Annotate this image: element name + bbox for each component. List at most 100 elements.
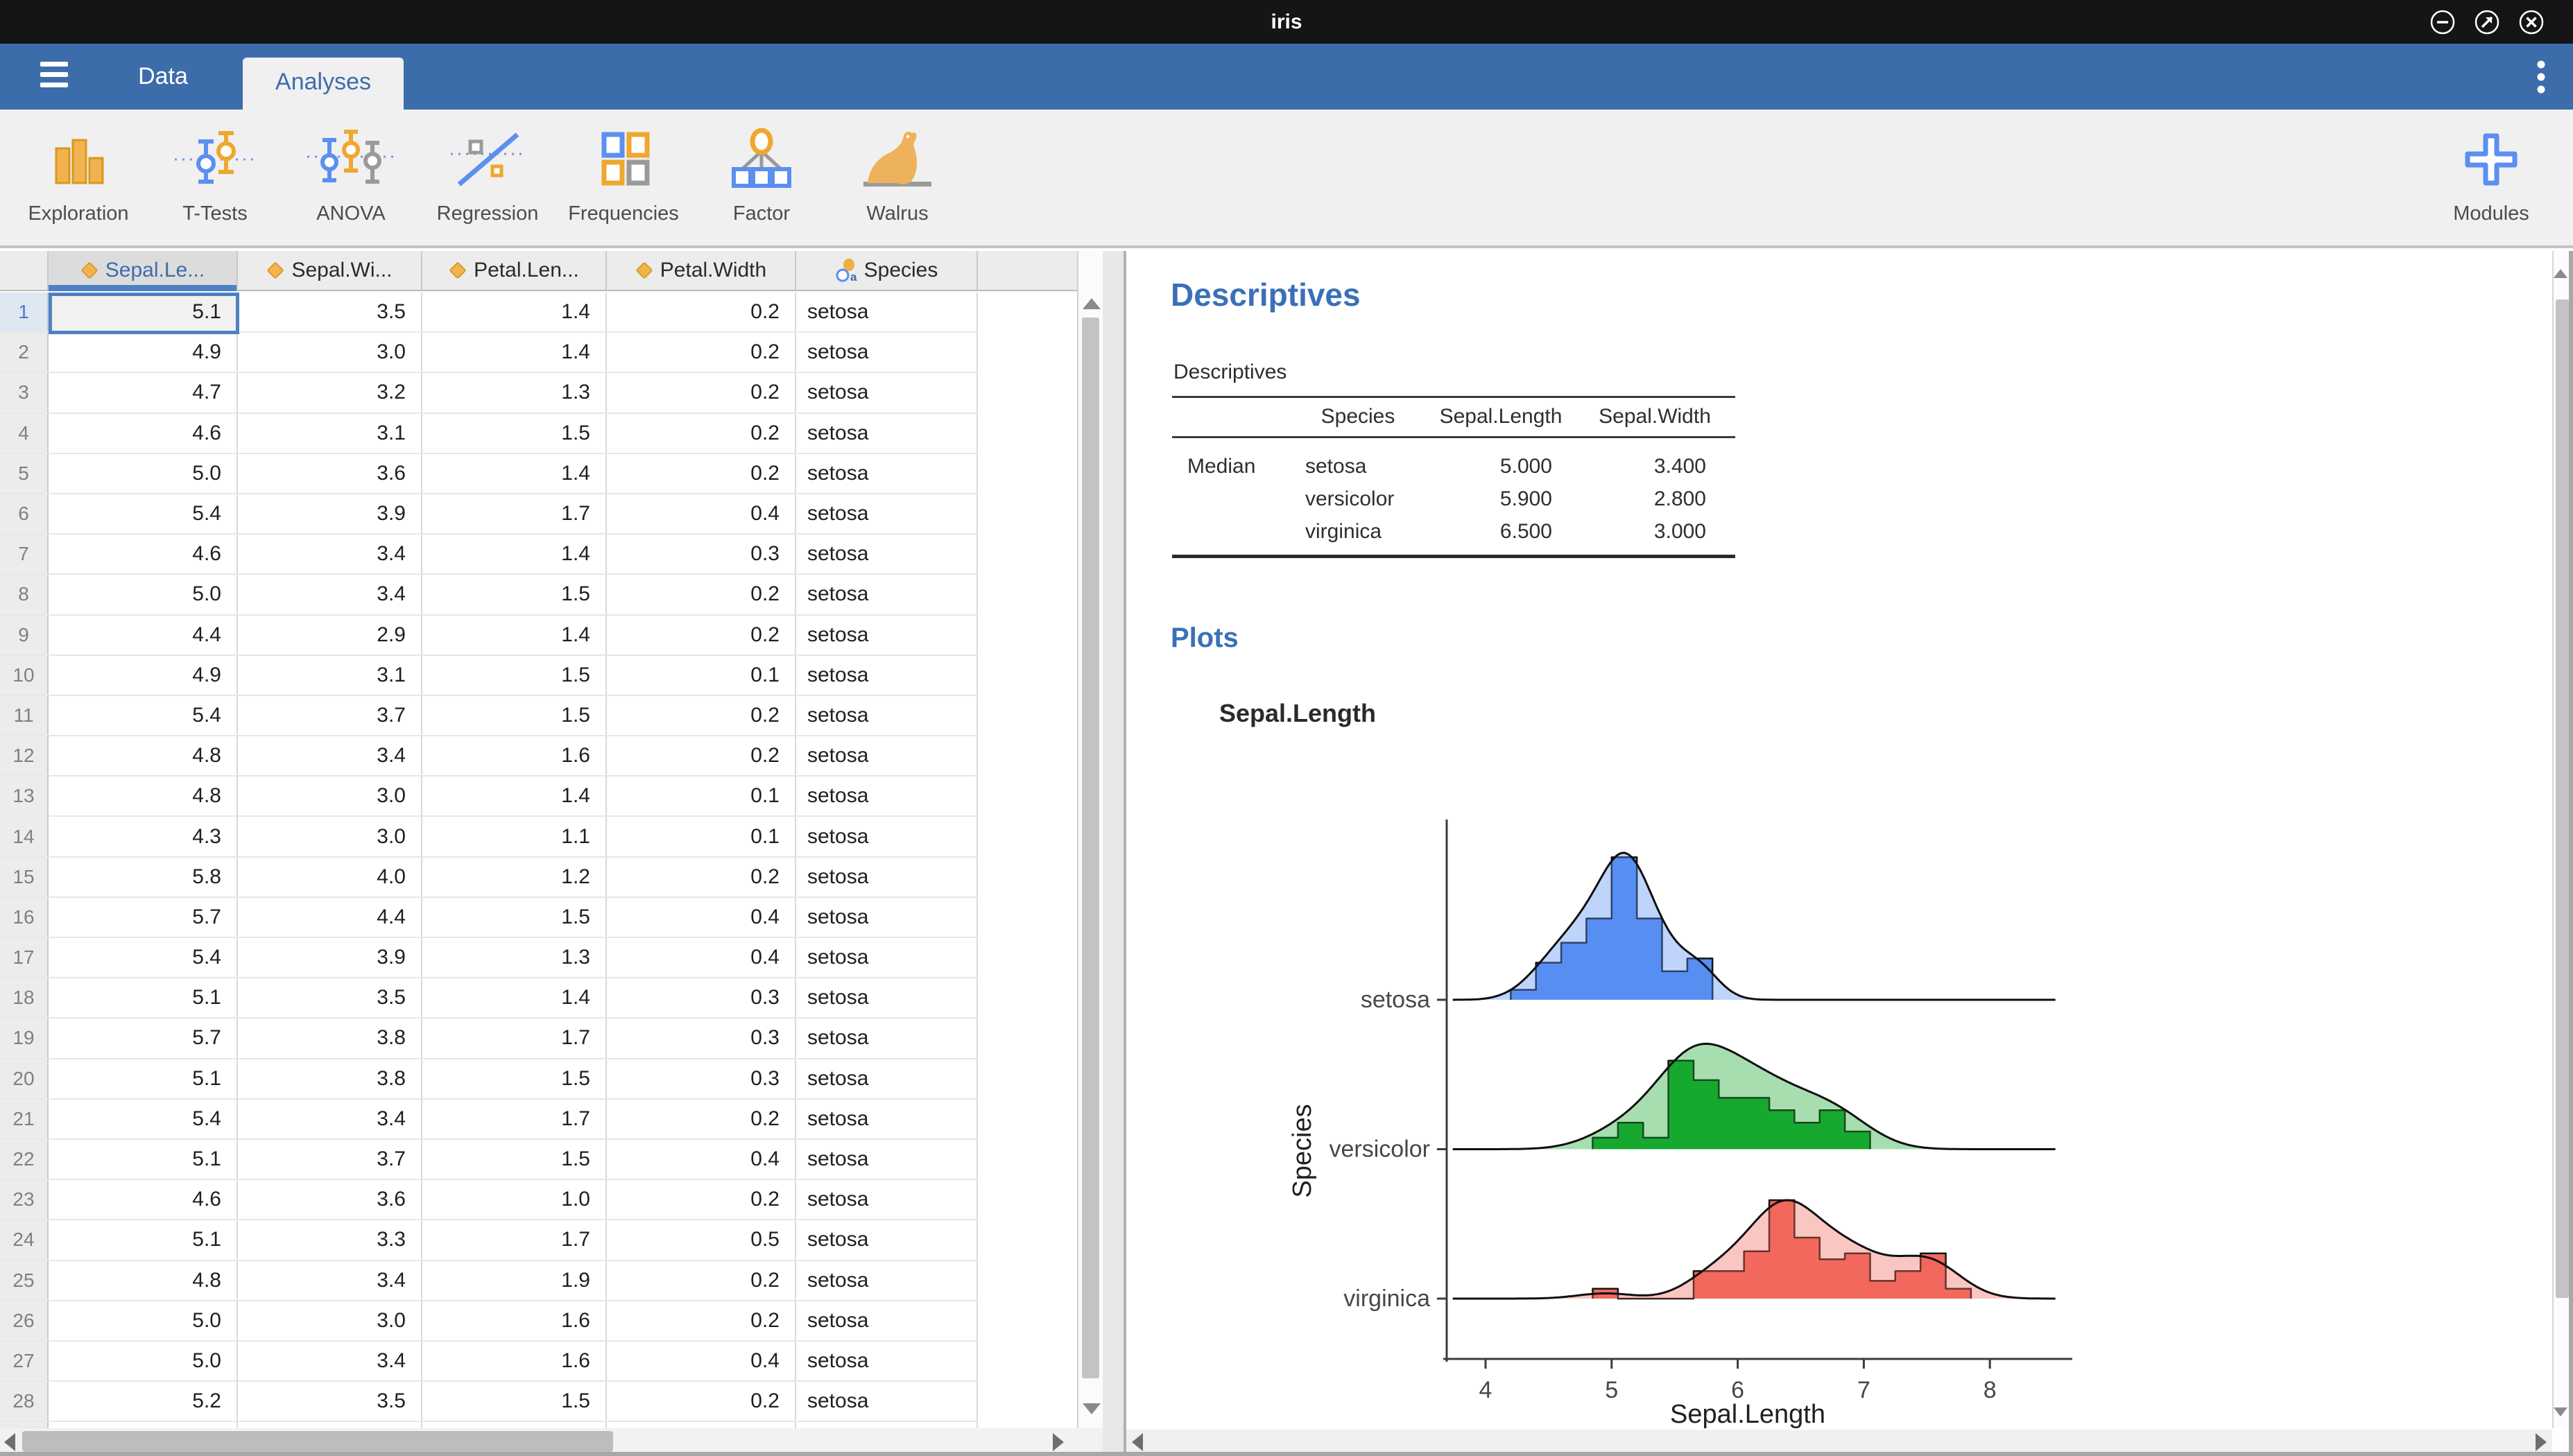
- table-row[interactable]: 185.13.51.40.3setosa: [0, 978, 978, 1019]
- data-cell[interactable]: 3.8: [238, 1019, 422, 1057]
- data-cell[interactable]: 3.5: [238, 978, 422, 1017]
- data-cell[interactable]: setosa: [796, 938, 978, 977]
- data-cell[interactable]: 0.2: [607, 333, 796, 372]
- tab-analyses[interactable]: Analyses: [243, 58, 404, 110]
- ribbon-modules[interactable]: Modules: [2422, 123, 2561, 225]
- data-cell[interactable]: 3.5: [238, 293, 422, 331]
- data-cell[interactable]: 5.2: [49, 1382, 238, 1421]
- row-number[interactable]: 6: [0, 494, 49, 533]
- data-cell[interactable]: 3.0: [238, 777, 422, 815]
- sheet-vscroll-thumb[interactable]: [1082, 318, 1099, 1378]
- data-cell[interactable]: 3.7: [238, 696, 422, 735]
- data-cell[interactable]: setosa: [796, 1100, 978, 1138]
- row-number[interactable]: 11: [0, 696, 49, 735]
- table-row[interactable]: 65.43.91.70.4setosa: [0, 494, 978, 535]
- data-cell[interactable]: 5.4: [49, 696, 238, 735]
- data-cell[interactable]: 3.4: [238, 1261, 422, 1300]
- data-cell[interactable]: 4.6: [49, 535, 238, 573]
- row-number[interactable]: 17: [0, 938, 49, 977]
- row-number[interactable]: 27: [0, 1342, 49, 1380]
- row-number[interactable]: 16: [0, 898, 49, 937]
- data-cell[interactable]: 0.3: [607, 535, 796, 573]
- data-cell[interactable]: setosa: [796, 1261, 978, 1300]
- row-number[interactable]: 18: [0, 978, 49, 1017]
- data-cell[interactable]: 0.2: [607, 414, 796, 453]
- data-cell[interactable]: 4.9: [49, 656, 238, 695]
- data-cell[interactable]: 4.0: [238, 858, 422, 896]
- data-cell[interactable]: 1.9: [422, 1261, 607, 1300]
- table-row[interactable]: 155.84.01.20.2setosa: [0, 858, 978, 898]
- table-row[interactable]: 144.33.01.10.1setosa: [0, 817, 978, 857]
- data-cell[interactable]: 1.5: [422, 1140, 607, 1179]
- results-horizontal-scrollbar[interactable]: [1126, 1430, 2552, 1455]
- data-cell[interactable]: 0.1: [607, 777, 796, 815]
- data-cell[interactable]: 1.5: [422, 575, 607, 614]
- data-cell[interactable]: 1.7: [422, 1019, 607, 1057]
- row-number[interactable]: 12: [0, 736, 49, 775]
- data-cell[interactable]: 3.1: [238, 656, 422, 695]
- sheet-vertical-scrollbar[interactable]: [1077, 251, 1103, 1428]
- data-cell[interactable]: 1.4: [422, 616, 607, 655]
- data-cell[interactable]: 1.6: [422, 1342, 607, 1380]
- data-cell[interactable]: 0.2: [607, 1180, 796, 1219]
- ribbon-anova[interactable]: ANOVA: [282, 123, 420, 225]
- ribbon-t-tests[interactable]: T-Tests: [146, 123, 284, 225]
- data-cell[interactable]: 1.5: [422, 898, 607, 937]
- data-cell[interactable]: 3.0: [238, 1301, 422, 1340]
- maximize-button[interactable]: [2473, 8, 2501, 36]
- data-cell[interactable]: 3.4: [238, 535, 422, 573]
- data-cell[interactable]: setosa: [796, 414, 978, 453]
- data-cell[interactable]: 3.3: [238, 1220, 422, 1259]
- row-number[interactable]: 19: [0, 1019, 49, 1057]
- data-cell[interactable]: 4.6: [49, 1180, 238, 1219]
- table-row[interactable]: 24.93.01.40.2setosa: [0, 333, 978, 373]
- table-row[interactable]: 85.03.41.50.2setosa: [0, 575, 978, 615]
- data-cell[interactable]: 4.3: [49, 817, 238, 856]
- scroll-right-arrow[interactable]: [2536, 1433, 2547, 1451]
- scroll-left-arrow[interactable]: [1132, 1433, 1143, 1451]
- data-cell[interactable]: 1.4: [422, 535, 607, 573]
- data-cell[interactable]: 4.4: [238, 898, 422, 937]
- table-row[interactable]: 195.73.81.70.3setosa: [0, 1019, 978, 1059]
- spreadsheet-rows[interactable]: 15.13.51.40.2setosa24.93.01.40.2setosa34…: [0, 293, 1077, 1429]
- data-cell[interactable]: setosa: [796, 616, 978, 655]
- data-cell[interactable]: 4.4: [49, 616, 238, 655]
- data-cell[interactable]: 3.4: [238, 1100, 422, 1138]
- data-cell[interactable]: 3.0: [238, 817, 422, 856]
- row-number[interactable]: 15: [0, 858, 49, 896]
- data-cell[interactable]: 0.2: [607, 1100, 796, 1138]
- data-cell[interactable]: 4.8: [49, 736, 238, 775]
- data-cell[interactable]: 1.6: [422, 1301, 607, 1340]
- data-cell[interactable]: 3.4: [238, 1342, 422, 1380]
- data-cell[interactable]: 5.7: [49, 1019, 238, 1057]
- row-number[interactable]: 25: [0, 1261, 49, 1300]
- data-cell[interactable]: setosa: [796, 1301, 978, 1340]
- data-cell[interactable]: setosa: [796, 454, 978, 493]
- table-row[interactable]: 165.74.41.50.4setosa: [0, 898, 978, 938]
- data-cell[interactable]: 3.6: [238, 454, 422, 493]
- data-cell[interactable]: 5.1: [49, 1140, 238, 1179]
- data-cell[interactable]: 5.1: [49, 1220, 238, 1259]
- data-cell[interactable]: 1.4: [422, 978, 607, 1017]
- data-cell[interactable]: setosa: [796, 535, 978, 573]
- data-cell[interactable]: 1.3: [422, 373, 607, 412]
- data-cell[interactable]: 0.2: [607, 1261, 796, 1300]
- table-row[interactable]: 44.63.11.50.2setosa: [0, 414, 978, 454]
- ribbon-regression[interactable]: Regression: [418, 123, 557, 225]
- data-cell[interactable]: setosa: [796, 1342, 978, 1380]
- row-number[interactable]: 9: [0, 616, 49, 655]
- data-cell[interactable]: 5.1: [49, 978, 238, 1017]
- data-cell[interactable]: setosa: [796, 333, 978, 372]
- data-cell[interactable]: 1.5: [422, 656, 607, 695]
- table-row[interactable]: 275.03.41.60.4setosa: [0, 1342, 978, 1382]
- table-row[interactable]: 34.73.21.30.2setosa: [0, 373, 978, 413]
- data-cell[interactable]: 1.4: [422, 454, 607, 493]
- table-row[interactable]: 134.83.01.40.1setosa: [0, 777, 978, 817]
- close-button[interactable]: [2518, 8, 2545, 36]
- column-header-petal-width[interactable]: Petal.Width: [607, 251, 796, 290]
- row-number[interactable]: 14: [0, 817, 49, 856]
- data-cell[interactable]: 0.2: [607, 1382, 796, 1421]
- data-cell[interactable]: setosa: [796, 373, 978, 412]
- scroll-down-arrow[interactable]: [1083, 1403, 1101, 1414]
- data-cell[interactable]: 0.4: [607, 494, 796, 533]
